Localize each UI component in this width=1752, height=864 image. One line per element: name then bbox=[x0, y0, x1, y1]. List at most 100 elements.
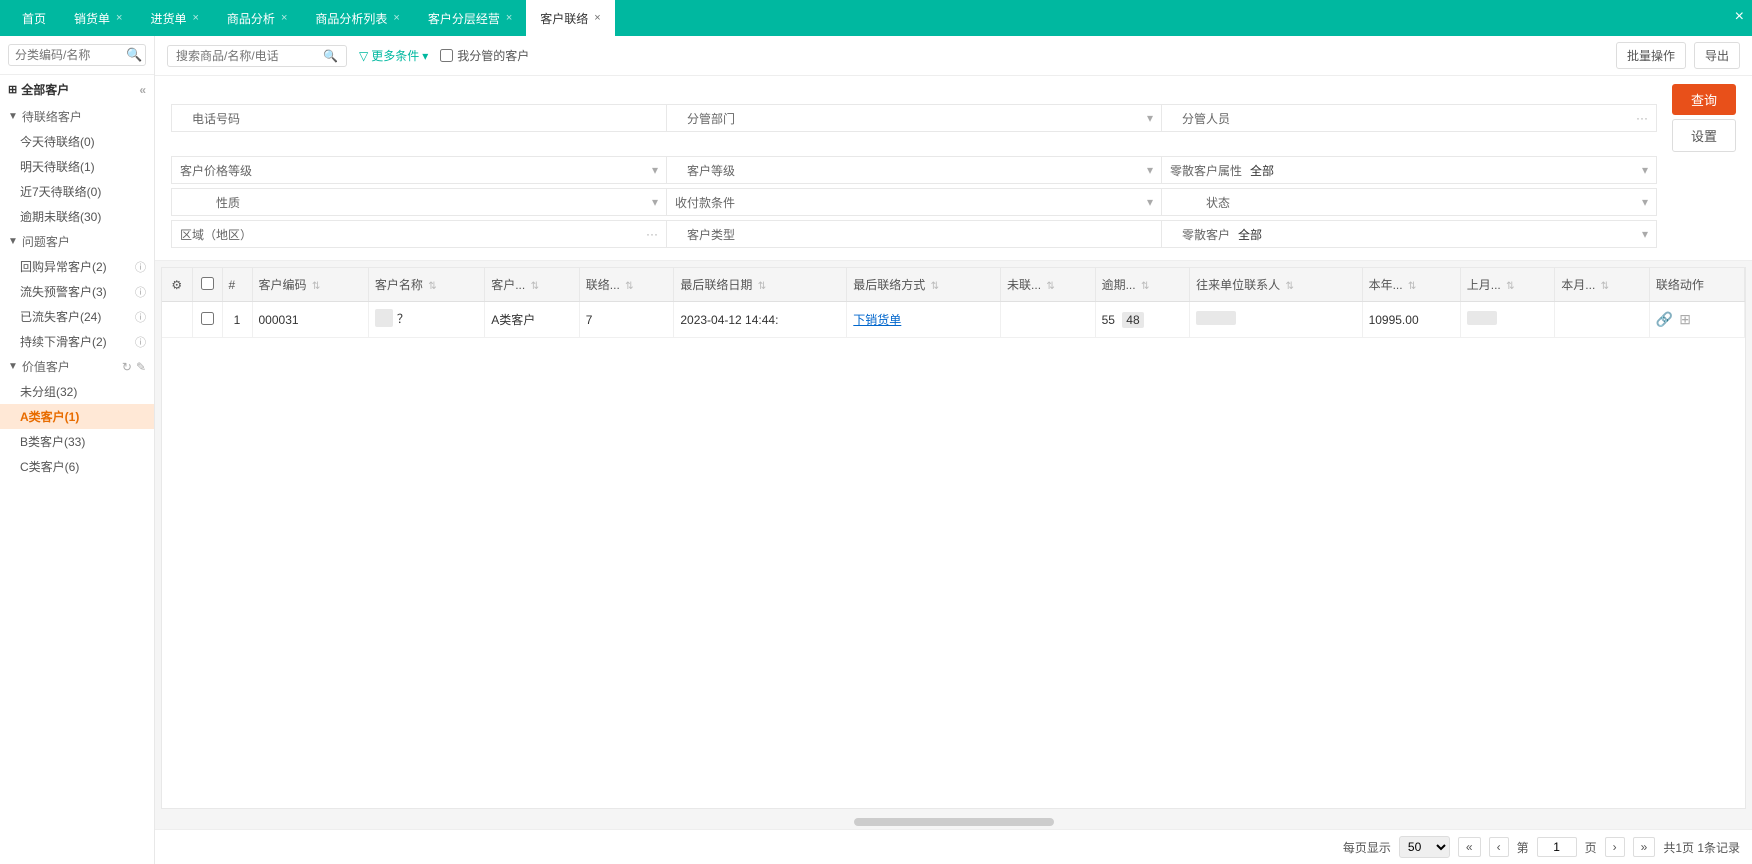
row-last-method[interactable]: 下销货单 bbox=[847, 302, 1001, 338]
sidebar-group-problem[interactable]: ▼ 问题客户 bbox=[0, 229, 154, 254]
info-icon-churn: ⓘ bbox=[135, 284, 146, 300]
page-size-select[interactable]: 50 100 200 bbox=[1399, 836, 1450, 858]
top-nav: 首页 销货单 × 进货单 × 商品分析 × 商品分析列表 × 客户分层经营 × … bbox=[0, 0, 1752, 36]
sort-this-year[interactable]: ⇅ bbox=[1408, 281, 1416, 292]
row-this-month bbox=[1555, 302, 1650, 338]
action-icons: 🔗 ⊞ bbox=[1656, 311, 1738, 328]
col-checkbox bbox=[192, 268, 222, 302]
nav-product-analysis[interactable]: 商品分析 × bbox=[213, 0, 301, 36]
field-customer-type: 客户类型 bbox=[666, 220, 1162, 248]
status-arrow: ▾ bbox=[1642, 195, 1648, 209]
name-avatar bbox=[375, 309, 393, 327]
nav-close-product[interactable]: × bbox=[281, 12, 287, 24]
page-input[interactable] bbox=[1537, 837, 1577, 857]
page-unit: 页 bbox=[1585, 839, 1597, 856]
sidebar-item-declining[interactable]: 持续下滑客户(2) ⓘ bbox=[0, 329, 154, 354]
sidebar-item-c-class[interactable]: C类客户(6) bbox=[0, 454, 154, 479]
action-link-icon[interactable]: 🔗 bbox=[1656, 311, 1673, 328]
settings-button[interactable]: 设置 bbox=[1672, 119, 1736, 152]
sidebar-item-churned[interactable]: 已流失客户(24) ⓘ bbox=[0, 304, 154, 329]
first-page-btn[interactable]: « bbox=[1458, 837, 1481, 857]
nav-close-product-list[interactable]: × bbox=[393, 12, 399, 24]
prev-page-btn[interactable]: ‹ bbox=[1489, 837, 1509, 857]
sort-contact[interactable]: ⇅ bbox=[625, 281, 633, 292]
sidebar-item-7days[interactable]: 近7天待联络(0) bbox=[0, 179, 154, 204]
sort-last-method[interactable]: ⇅ bbox=[931, 281, 939, 292]
sidebar-collapse-icon[interactable]: « bbox=[139, 83, 146, 97]
nav-customer-contact[interactable]: 客户联络 × bbox=[526, 0, 614, 36]
nav-customer-tier[interactable]: 客户分层经营 × bbox=[414, 0, 526, 36]
sidebar-all-customers-header[interactable]: ⊞ 全部客户 « bbox=[0, 75, 154, 104]
nav-product-analysis-list[interactable]: 商品分析列表 × bbox=[301, 0, 413, 36]
filter-my-customers[interactable]: 我分管的客户 bbox=[440, 47, 529, 64]
row-last-month bbox=[1460, 302, 1555, 338]
sidebar-item-tomorrow[interactable]: 明天待联络(1) bbox=[0, 154, 154, 179]
arrow-value: ▼ bbox=[8, 361, 18, 372]
main-layout: 🔍 ⊞ 全部客户 « ▼ 待联络客户 今天待联络(0) 明天待联络(1) 近7天… bbox=[0, 36, 1752, 864]
sidebar-item-repurchase[interactable]: 回购异常客户(2) ⓘ bbox=[0, 254, 154, 279]
sidebar-group-pending[interactable]: ▼ 待联络客户 bbox=[0, 104, 154, 129]
sort-name[interactable]: ⇅ bbox=[428, 281, 436, 292]
page-label: 第 bbox=[1517, 839, 1529, 856]
field-payment: 收付款条件 ▾ bbox=[666, 188, 1162, 216]
row-contact-count: 7 bbox=[579, 302, 674, 338]
sort-last-date[interactable]: ⇅ bbox=[758, 281, 766, 292]
nav-close-all[interactable]: × bbox=[1735, 8, 1744, 26]
sidebar-item-overdue-contact[interactable]: 逾期未联络(30) bbox=[0, 204, 154, 229]
filter-more-btn[interactable]: ▽ 更多条件 ▾ bbox=[359, 47, 428, 64]
sort-contact-person[interactable]: ⇅ bbox=[1286, 281, 1294, 292]
sort-last-month[interactable]: ⇅ bbox=[1506, 281, 1514, 292]
sort-overdue[interactable]: ⇅ bbox=[1141, 281, 1149, 292]
sort-code[interactable]: ⇅ bbox=[312, 281, 320, 292]
nav-close-customer-tier[interactable]: × bbox=[506, 12, 512, 24]
col-no-contact: 未联... ⇅ bbox=[1001, 268, 1096, 302]
last-month-placeholder bbox=[1467, 311, 1497, 325]
filter-search-box: 🔍 bbox=[167, 45, 347, 67]
sidebar-item-churn-warning[interactable]: 流失预警客户(3) ⓘ bbox=[0, 279, 154, 304]
nav-close-customer-contact[interactable]: × bbox=[594, 12, 600, 24]
sort-this-month[interactable]: ⇅ bbox=[1601, 281, 1609, 292]
customer-grade-arrow: ▾ bbox=[1147, 163, 1153, 177]
filter-row-3: 性质 ▾ 收付款条件 ▾ 状态 ▾ bbox=[171, 188, 1736, 216]
select-all-checkbox[interactable] bbox=[201, 277, 214, 290]
customer-type-input[interactable] bbox=[743, 227, 1153, 241]
nav-close-purchase[interactable]: × bbox=[192, 12, 198, 24]
info-icon-churned: ⓘ bbox=[135, 309, 146, 325]
sidebar-group-value[interactable]: ▼ 价值客户 ↻ ✎ bbox=[0, 354, 154, 379]
sidebar-item-a-class[interactable]: A类客户(1) bbox=[0, 404, 154, 429]
query-button[interactable]: 查询 bbox=[1672, 84, 1736, 115]
nav-sales-order[interactable]: 销货单 × bbox=[60, 0, 136, 36]
col-last-month: 上月... ⇅ bbox=[1460, 268, 1555, 302]
sort-no-contact[interactable]: ⇅ bbox=[1046, 281, 1054, 292]
nav-home[interactable]: 首页 bbox=[8, 0, 60, 36]
table-row: 1 000031 ？ A类客户 7 2023-04-12 14:44: bbox=[162, 302, 1745, 338]
col-name: 客户名称 ⇅ bbox=[368, 268, 484, 302]
last-page-btn[interactable]: » bbox=[1633, 837, 1656, 857]
batch-op-button[interactable]: 批量操作 bbox=[1616, 42, 1686, 69]
edit-icon[interactable]: ✎ bbox=[136, 360, 146, 374]
export-button[interactable]: 导出 bbox=[1694, 42, 1740, 69]
refresh-icon[interactable]: ↻ bbox=[122, 360, 132, 374]
phone-input[interactable] bbox=[248, 111, 658, 125]
sort-type[interactable]: ⇅ bbox=[531, 281, 539, 292]
sidebar-item-today[interactable]: 今天待联络(0) bbox=[0, 129, 154, 154]
next-page-btn[interactable]: › bbox=[1605, 837, 1625, 857]
scroll-bar[interactable] bbox=[854, 818, 1054, 826]
filter-actions: 批量操作 导出 bbox=[1616, 42, 1740, 69]
sidebar-item-b-class[interactable]: B类客户(33) bbox=[0, 429, 154, 454]
row-name-text: ？ bbox=[397, 310, 409, 327]
nav-close-sales[interactable]: × bbox=[116, 12, 122, 24]
row-checkbox[interactable] bbox=[201, 312, 214, 325]
arrow-problem: ▼ bbox=[8, 236, 18, 247]
content-area: 🔍 ▽ 更多条件 ▾ 我分管的客户 批量操作 导出 电话号码 bbox=[155, 36, 1752, 864]
data-table-container: ⚙ # 客户编码 ⇅ 客户名称 ⇅ bbox=[161, 267, 1746, 809]
nav-purchase-order[interactable]: 进货单 × bbox=[136, 0, 212, 36]
row-gear bbox=[162, 302, 192, 338]
my-customers-checkbox[interactable] bbox=[440, 49, 453, 62]
sidebar-item-ungrp[interactable]: 未分组(32) bbox=[0, 379, 154, 404]
filter-search-input[interactable] bbox=[176, 49, 317, 63]
action-grid-icon[interactable]: ⊞ bbox=[1679, 311, 1691, 328]
row-num: 1 bbox=[222, 302, 252, 338]
last-method-link[interactable]: 下销货单 bbox=[853, 313, 901, 327]
col-settings[interactable]: ⚙ bbox=[162, 268, 192, 302]
